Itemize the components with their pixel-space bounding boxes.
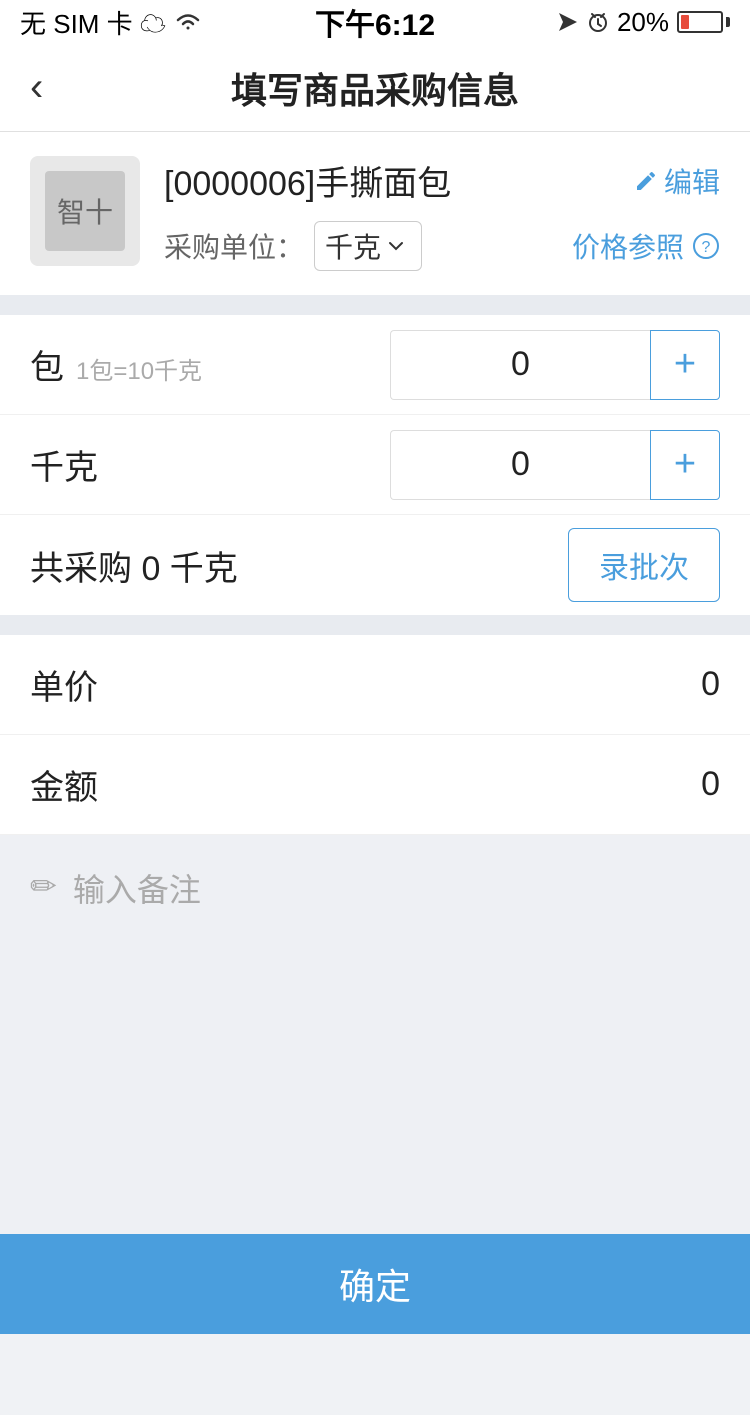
back-button[interactable]: ‹ [30,65,43,110]
svg-text:?: ? [702,239,711,256]
confirm-button[interactable]: 确定 [0,1234,750,1334]
product-header: [0000006]手撕面包 编辑 [164,156,720,205]
bag-quantity-input[interactable] [390,330,650,400]
section-divider-1 [0,295,750,315]
product-name: [0000006]手撕面包 [164,156,451,205]
help-icon: ? [692,232,720,260]
wifi-icon [174,12,202,32]
status-time: 下午6:12 [315,0,435,44]
record-batch-button[interactable]: 录批次 [568,528,720,602]
note-icon: ✏ [30,867,57,905]
summary-row: 共采购 0 千克 录批次 [0,515,750,615]
no-sim-text: 无 SIM 卡 ☁ [20,4,166,41]
status-left: 无 SIM 卡 ☁ [20,4,202,41]
bag-input-group: + [390,330,720,400]
kg-label: 千克 [30,440,390,489]
product-card: 智十 [0000006]手撕面包 编辑 采购单位： 千克 [0,132,750,295]
unit-price-value: 0 [701,665,720,704]
unit-label: 采购单位： 千克 [164,221,422,271]
bag-plus-button[interactable]: + [650,330,720,400]
summary-text: 共采购 0 千克 [30,541,238,590]
section-divider-2 [0,615,750,635]
kg-input-group: + [390,430,720,500]
battery-percent: 20% [617,7,669,38]
battery-indicator [677,11,730,33]
product-unit-row: 采购单位： 千克 价格参照 ? [164,221,720,271]
edit-button[interactable]: 编辑 [634,161,720,201]
status-right: 20% [557,7,730,38]
unit-select[interactable]: 千克 [314,221,422,271]
nav-bar: ‹ 填写商品采购信息 [0,44,750,132]
kg-input-row: 千克 + [0,415,750,515]
amount-value: 0 [701,765,720,804]
note-placeholder: 输入备注 [73,865,201,911]
price-reference-button[interactable]: 价格参照 ? [572,226,720,266]
price-section: 单价 0 金额 0 [0,635,750,835]
quantity-section: 包 1包=10千克 + 千克 + [0,315,750,515]
bag-sub-label: 1包=10千克 [76,351,202,386]
chevron-down-icon [387,237,405,255]
unit-price-label: 单价 [30,660,98,709]
product-image: 智十 [30,156,140,266]
kg-plus-button[interactable]: + [650,430,720,500]
note-section[interactable]: ✏ 输入备注 [0,835,750,1015]
status-bar: 无 SIM 卡 ☁ 下午6:12 20% [0,0,750,44]
bag-label: 包 1包=10千克 [30,340,390,389]
kg-quantity-input[interactable] [390,430,650,500]
product-logo: 智十 [45,171,125,251]
unit-price-row: 单价 0 [0,635,750,735]
product-info: [0000006]手撕面包 编辑 采购单位： 千克 价格参照 [164,156,720,271]
amount-label: 金额 [30,760,98,809]
edit-icon [634,169,658,193]
amount-row: 金额 0 [0,735,750,835]
page-title: 填写商品采购信息 [231,62,519,114]
bag-input-row: 包 1包=10千克 + [0,315,750,415]
location-icon [557,11,579,33]
alarm-icon [587,11,609,33]
